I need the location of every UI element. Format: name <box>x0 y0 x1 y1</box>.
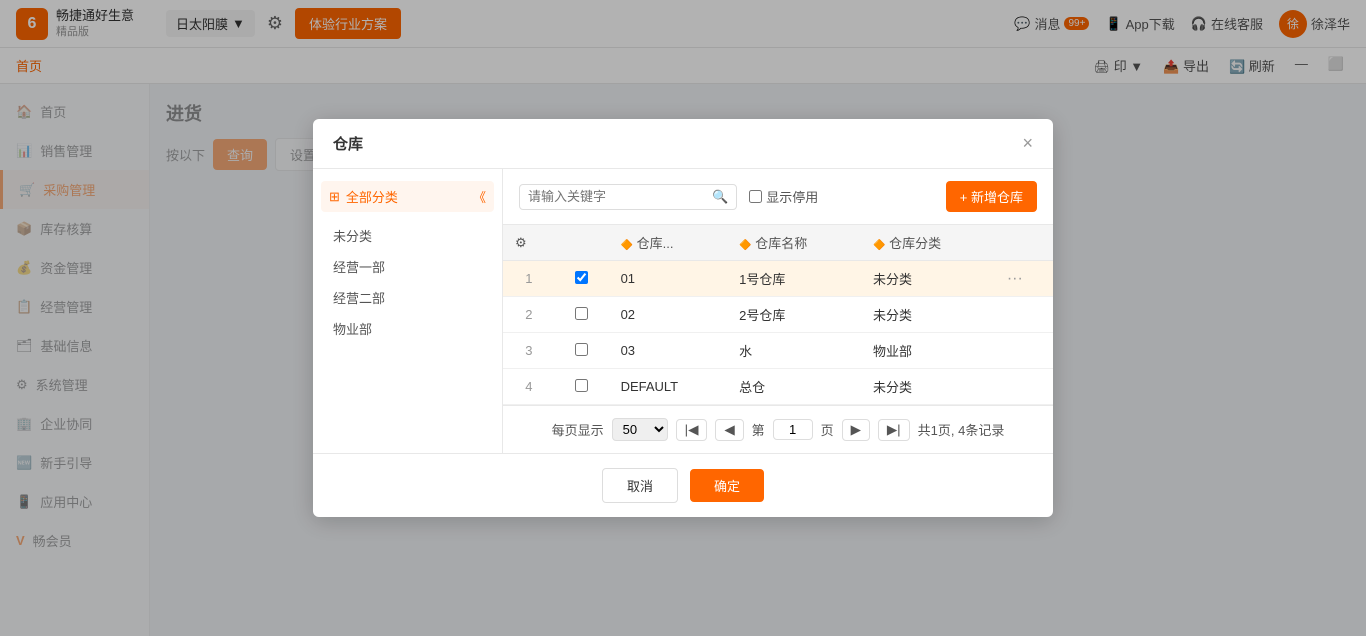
last-page-btn[interactable]: ▶| <box>878 419 910 441</box>
row-actions[interactable] <box>995 333 1053 369</box>
row-code: 01 <box>609 261 728 297</box>
row-num: 1 <box>503 261 555 297</box>
row-num: 3 <box>503 333 555 369</box>
row-num: 4 <box>503 369 555 405</box>
row-checkbox-cell[interactable] <box>555 261 609 297</box>
row-name: 总仓 <box>727 369 861 405</box>
row-checkbox-cell[interactable] <box>555 333 609 369</box>
row-name: 1号仓库 <box>727 261 861 297</box>
page-size-dropdown[interactable]: 50 10 20 100 <box>612 418 668 441</box>
tree-all-categories[interactable]: ⊞ 全部分类 《 <box>321 181 494 212</box>
page-label: 第 <box>752 420 765 439</box>
confirm-button[interactable]: 确定 <box>690 469 764 502</box>
pagination: 每页显示 50 10 20 100 |◀ ◀ 第 页 ▶ <box>503 405 1053 453</box>
table-row[interactable]: 1 01 1号仓库 未分类 ··· <box>503 261 1053 297</box>
per-page-label: 每页显示 <box>552 420 604 439</box>
tree-item-unclassified[interactable]: 未分类 <box>321 220 494 251</box>
col-category[interactable]: 🔶 仓库分类 <box>861 225 995 261</box>
search-icon: 🔍 <box>712 189 728 205</box>
row-name: 2号仓库 <box>727 297 861 333</box>
next-page-btn[interactable]: ▶ <box>842 419 870 441</box>
tree-item-ops1[interactable]: 经营一部 <box>321 251 494 282</box>
table-row[interactable]: 3 03 水 物业部 <box>503 333 1053 369</box>
row-category: 未分类 <box>861 261 995 297</box>
row-name: 水 <box>727 333 861 369</box>
row-code: DEFAULT <box>609 369 728 405</box>
modal-overlay[interactable]: 仓库 × ⊞ 全部分类 《 未分类 经营一部 经营二部 <box>0 0 1366 636</box>
search-wrap: 🔍 <box>519 184 737 210</box>
table-toolbar: 🔍 显示停用 + 新增仓库 <box>503 169 1053 225</box>
row-checkbox[interactable] <box>575 343 588 356</box>
cancel-button[interactable]: 取消 <box>602 468 678 503</box>
modal-body: ⊞ 全部分类 《 未分类 经营一部 经营二部 物业部 <box>313 169 1053 453</box>
page-suffix: 页 <box>821 420 834 439</box>
row-category: 物业部 <box>861 333 995 369</box>
modal-header: 仓库 × <box>313 119 1053 169</box>
prev-page-btn[interactable]: ◀ <box>715 419 743 441</box>
row-checkbox[interactable] <box>575 379 588 392</box>
col-name[interactable]: 🔶 仓库名称 <box>727 225 861 261</box>
row-actions[interactable] <box>995 369 1053 405</box>
table-header-row: ⚙ 🔶 仓库... 🔶 仓库名称 <box>503 225 1053 261</box>
table-row[interactable]: 4 DEFAULT 总仓 未分类 <box>503 369 1053 405</box>
row-checkbox[interactable] <box>575 307 588 320</box>
row-actions[interactable] <box>995 297 1053 333</box>
row-checkbox-cell[interactable] <box>555 297 609 333</box>
collapse-icon[interactable]: 《 <box>473 187 486 206</box>
modal-title: 仓库 <box>333 133 363 154</box>
warehouse-modal: 仓库 × ⊞ 全部分类 《 未分类 经营一部 经营二部 <box>313 119 1053 517</box>
col-actions-header <box>995 225 1053 261</box>
search-input[interactable] <box>528 189 708 204</box>
page-summary: 共1页, 4条记录 <box>918 420 1005 439</box>
row-num: 2 <box>503 297 555 333</box>
show-disabled-checkbox[interactable]: 显示停用 <box>749 187 818 206</box>
tree-panel: ⊞ 全部分类 《 未分类 经营一部 经营二部 物业部 <box>313 169 503 453</box>
sort-icon-category: 🔶 <box>873 240 885 251</box>
row-actions[interactable]: ··· <box>995 261 1053 297</box>
modal-close-button[interactable]: × <box>1022 133 1033 154</box>
table-row[interactable]: 2 02 2号仓库 未分类 <box>503 297 1053 333</box>
page-input[interactable] <box>773 419 813 440</box>
warehouse-table: ⚙ 🔶 仓库... 🔶 仓库名称 <box>503 225 1053 405</box>
table-wrap: ⚙ 🔶 仓库... 🔶 仓库名称 <box>503 225 1053 405</box>
modal-footer: 取消 确定 <box>313 453 1053 517</box>
add-warehouse-button[interactable]: + 新增仓库 <box>946 181 1037 212</box>
row-checkbox-cell[interactable] <box>555 369 609 405</box>
row-category: 未分类 <box>861 297 995 333</box>
sort-icon-name: 🔶 <box>739 240 751 251</box>
col-code[interactable]: 🔶 仓库... <box>609 225 728 261</box>
tree-item-property[interactable]: 物业部 <box>321 313 494 344</box>
row-code: 02 <box>609 297 728 333</box>
col-settings[interactable]: ⚙ <box>503 225 555 261</box>
row-category: 未分类 <box>861 369 995 405</box>
col-checkbox <box>555 225 609 261</box>
tree-item-ops2[interactable]: 经营二部 <box>321 282 494 313</box>
sort-icon-code: 🔶 <box>621 240 633 251</box>
disabled-checkbox[interactable] <box>749 190 762 203</box>
table-panel: 🔍 显示停用 + 新增仓库 ⚙ <box>503 169 1053 453</box>
row-checkbox[interactable] <box>575 271 588 284</box>
first-page-btn[interactable]: |◀ <box>676 419 708 441</box>
page-size-select[interactable]: 50 10 20 100 <box>612 418 668 441</box>
row-code: 03 <box>609 333 728 369</box>
